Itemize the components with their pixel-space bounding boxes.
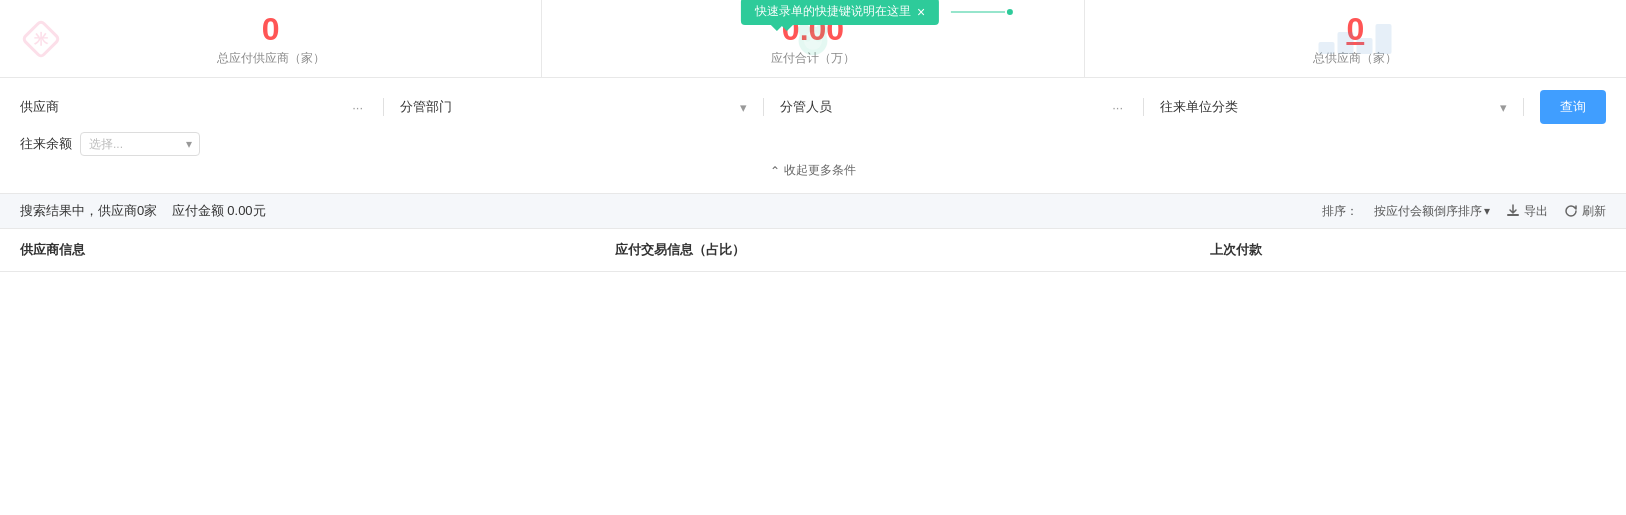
department-label: 分管部门 [400, 98, 452, 116]
export-icon [1506, 204, 1520, 218]
result-actions: 排序： 按应付会额倒序排序 ▾ 导出 刷新 [1322, 203, 1606, 220]
person-input[interactable] [840, 100, 1108, 115]
filter-row-2: 往来余额 选择... [20, 132, 1606, 156]
person-label: 分管人员 [780, 98, 832, 116]
sort-value-text: 按应付会额倒序排序 [1374, 203, 1482, 220]
filter-balance: 往来余额 选择... [20, 132, 216, 156]
table-content [0, 272, 1626, 472]
refresh-icon [1564, 204, 1578, 218]
query-button[interactable]: 查询 [1540, 90, 1606, 124]
stat-payable-total: 快速录单的快捷键说明在这里 × 0.00 应付合计（万） [542, 0, 1084, 77]
refresh-button[interactable]: 刷新 [1564, 203, 1606, 220]
filter-category: 往来单位分类 ▾ [1144, 98, 1524, 116]
export-button[interactable]: 导出 [1506, 203, 1548, 220]
collapse-icon: ⌃ [770, 164, 780, 178]
stats-bar: 米 0 总应付供应商（家） 快速录单的快捷键说明在这里 × 0.00 应付合计（… [0, 0, 1626, 78]
svg-point-7 [816, 36, 821, 41]
collapse-button[interactable]: ⌃ 收起更多条件 [20, 156, 1606, 185]
svg-rect-8 [1507, 214, 1519, 216]
balance-select[interactable]: 选择... [80, 132, 200, 156]
col-payment-header: 上次付款 [1210, 241, 1607, 259]
tooltip-close-button[interactable]: × [917, 5, 925, 19]
export-label: 导出 [1524, 203, 1548, 220]
sort-label: 排序： [1322, 203, 1358, 220]
tooltip-bubble: 快速录单的快捷键说明在这里 × [741, 0, 939, 25]
svg-point-6 [805, 36, 810, 41]
collapse-label: 收起更多条件 [784, 162, 856, 179]
filter-row-1: 供应商 ··· 分管部门 ▾ 分管人员 ··· 往来单位分类 ▾ 查询 [20, 90, 1606, 124]
sort-dropdown-icon: ▾ [1484, 204, 1490, 218]
payable-suppliers-label: 总应付供应商（家） [217, 50, 325, 67]
balance-label: 往来余额 [20, 135, 72, 153]
table-header: 供应商信息 应付交易信息（占比） 上次付款 [0, 229, 1626, 272]
result-text: 搜索结果中，供应商0家 [20, 203, 157, 218]
sort-select[interactable]: 按应付会额倒序排序 ▾ [1374, 203, 1490, 220]
filter-bar: 供应商 ··· 分管部门 ▾ 分管人员 ··· 往来单位分类 ▾ 查询 [0, 78, 1626, 194]
department-dropdown-icon[interactable]: ▾ [740, 100, 747, 115]
payable-suppliers-number: 0 [262, 10, 280, 48]
stat-payable-suppliers: 米 0 总应付供应商（家） [0, 0, 542, 77]
stat-total-suppliers: 0 总供应商（家） [1085, 0, 1626, 77]
diamond-logo-icon: 米 [15, 13, 67, 65]
department-input[interactable] [460, 100, 740, 115]
col-supplier-header: 供应商信息 [20, 241, 615, 259]
filter-supplier: 供应商 ··· [20, 98, 384, 116]
supplier-label: 供应商 [20, 98, 59, 116]
filter-person: 分管人员 ··· [764, 98, 1144, 116]
result-bar: 搜索结果中，供应商0家 应付金额 0.00元 排序： 按应付会额倒序排序 ▾ 导… [0, 194, 1626, 229]
result-amount: 应付金额 0.00元 [172, 203, 266, 218]
supplier-more-button[interactable]: ··· [348, 100, 367, 115]
refresh-label: 刷新 [1582, 203, 1606, 220]
category-input[interactable] [1246, 100, 1500, 115]
category-dropdown-icon[interactable]: ▾ [1500, 100, 1507, 115]
svg-text:米: 米 [33, 31, 49, 47]
col-transaction-header: 应付交易信息（占比） [615, 241, 1210, 259]
result-info: 搜索结果中，供应商0家 应付金额 0.00元 [20, 202, 266, 220]
category-label: 往来单位分类 [1160, 98, 1238, 116]
supplier-input[interactable] [67, 100, 348, 115]
balance-select-wrapper: 选择... [80, 132, 200, 156]
chart-watermark-icon [1319, 24, 1392, 54]
person-more-button[interactable]: ··· [1108, 100, 1127, 115]
filter-department: 分管部门 ▾ [384, 98, 764, 116]
tooltip-text: 快速录单的快捷键说明在这里 [755, 3, 911, 20]
